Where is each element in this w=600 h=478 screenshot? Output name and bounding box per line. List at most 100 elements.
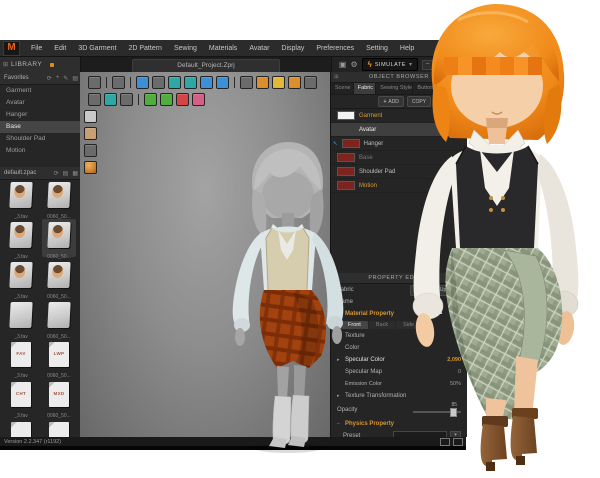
avatar-head-icon[interactable] [84,127,97,140]
library-thumbnail[interactable] [42,419,76,437]
file-icon [11,422,31,437]
pose-run-icon[interactable] [256,76,269,89]
pose-walk-icon[interactable] [240,76,253,89]
tab-scene[interactable]: Scene [331,83,354,94]
viewport-3d[interactable] [80,72,330,437]
add-icon[interactable]: + [54,75,62,81]
avatar-folder-icon [47,182,70,208]
folder-icon [47,302,70,328]
library-thumbnail[interactable]: FAV _3.fav [4,339,38,377]
material-sphere-icon[interactable] [84,161,97,174]
zoom-tool-icon[interactable] [120,93,133,106]
menu-preferences[interactable]: Preferences [311,41,359,56]
avatar-folder-icon [9,182,32,208]
flag-pin-icon[interactable] [112,76,125,89]
library-thumbnail[interactable]: 0060_50... [42,259,76,297]
dock-icon[interactable]: ⊞ [331,74,342,80]
menu-sewing[interactable]: Sewing [169,41,202,56]
library-thumbnail[interactable]: 0060_50... [42,299,76,337]
grid-view-icon[interactable]: ▤ [61,170,71,177]
avatar-folder-icon [47,262,70,288]
menu-materials[interactable]: Materials [204,41,242,56]
avatar-folder-icon [9,222,32,248]
viewport-avatar-model[interactable] [190,132,390,462]
sphere-display-icon[interactable] [272,76,285,89]
library-thumbnail[interactable]: 0060_50... [42,179,76,217]
favorite-item-hanger[interactable]: Hanger [0,109,80,121]
shirt-red-icon[interactable] [176,93,189,106]
favorites-header: Favorites ⟳ + ✎ ▤ [0,72,80,85]
favorites-title: Favorites [0,75,45,81]
favorite-item-motion[interactable]: Motion [0,145,80,157]
library-panel: Favorites ⟳ + ✎ ▤ Garment Avatar Hanger … [0,72,81,437]
library-thumbnail-selected[interactable]: 0060_50... [42,219,76,257]
library-panel-header: ⊞ LIBRARY [0,57,81,72]
favorite-item-base[interactable]: Base [0,121,80,133]
list-view-icon[interactable]: ▦ [70,170,80,177]
favorite-item-shoulder-pad[interactable]: Shoulder Pad [0,133,80,145]
cursor-tool-icon[interactable] [88,93,101,106]
favorite-item-garment[interactable]: Garment [0,85,80,97]
library-thumbnail[interactable]: MXD 0060_50... [42,379,76,417]
dock-icon[interactable]: ⊞ [0,61,11,68]
folder-icon [9,302,32,328]
shirt-pink-icon[interactable] [192,93,205,106]
viewport-side-toolbar [84,110,97,174]
menu-file[interactable]: File [26,41,47,56]
menu-edit[interactable]: Edit [49,41,71,56]
library-thumbnail[interactable] [4,419,38,437]
menu-display[interactable]: Display [276,41,309,56]
pack-title: default.zpac [0,170,52,176]
avatar-folder-icon [9,262,32,288]
garment-white-icon[interactable] [84,110,97,123]
shirt-green-icon[interactable] [160,93,173,106]
paint-tool-icon[interactable] [136,76,149,89]
cloth-shirt-icon[interactable] [200,76,213,89]
select-tool-icon[interactable] [152,76,165,89]
mannequin-icon[interactable] [288,76,301,89]
censor-bar [444,57,542,75]
file-icon [49,422,69,437]
camera-icon[interactable] [104,93,117,106]
file-icon: MXD [49,382,69,407]
cart-icon[interactable]: ▣ [339,60,347,70]
tab-fabric[interactable]: Fabric [354,83,377,94]
library-thumbnail[interactable]: _3.fav [4,259,38,297]
hand-tool-icon[interactable] [88,76,101,89]
app-logo: M [3,41,20,56]
cloth-shirt-icon[interactable] [216,76,229,89]
library-thumbnail[interactable]: _3.fav [4,299,38,337]
library-status-dot [50,63,54,67]
avatar-folder-icon [47,222,70,248]
refresh-icon[interactable]: ⟳ [52,170,61,177]
shirt-green-icon[interactable] [144,93,157,106]
file-icon: FAV [11,342,31,367]
file-icon: CHT [11,382,31,407]
refresh-icon[interactable]: ⟳ [45,75,54,82]
character-leg-right [514,356,538,416]
fabric-swatch [337,111,355,120]
gear-icon[interactable]: ⚙ [350,60,357,70]
character-boot-left [481,424,507,466]
library-thumbnail[interactable]: CHT _3.fav [4,379,38,417]
viewport-toolbar-second [88,93,205,106]
file-icon: LWP [49,342,69,367]
menu-3d-garment[interactable]: 3D Garment [73,41,121,56]
menu-2d-pattern[interactable]: 2D Pattern [123,41,166,56]
menu-avatar[interactable]: Avatar [244,41,274,56]
document-tab-bar: Default_Project.Zprj [81,57,332,72]
edit-icon[interactable]: ✎ [61,75,70,82]
garment-thickness-icon[interactable] [184,76,197,89]
lightning-icon: ϟ [368,60,372,69]
rendered-character [388,0,600,478]
library-thumbnail[interactable]: LWP 0060_50... [42,339,76,377]
library-thumbnail[interactable]: _3.fav [4,219,38,257]
screenshot-stage: M File Edit 3D Garment 2D Pattern Sewing… [0,0,600,478]
garment-display-icon[interactable] [168,76,181,89]
arm-pose-icon[interactable] [84,144,97,157]
document-tab[interactable]: Default_Project.Zprj [132,59,280,72]
favorite-item-avatar[interactable]: Avatar [0,97,80,109]
library-thumbnail[interactable]: _3.fav [4,179,38,217]
pose-sit-icon[interactable] [304,76,317,89]
grid-view-icon[interactable]: ▤ [70,75,80,82]
